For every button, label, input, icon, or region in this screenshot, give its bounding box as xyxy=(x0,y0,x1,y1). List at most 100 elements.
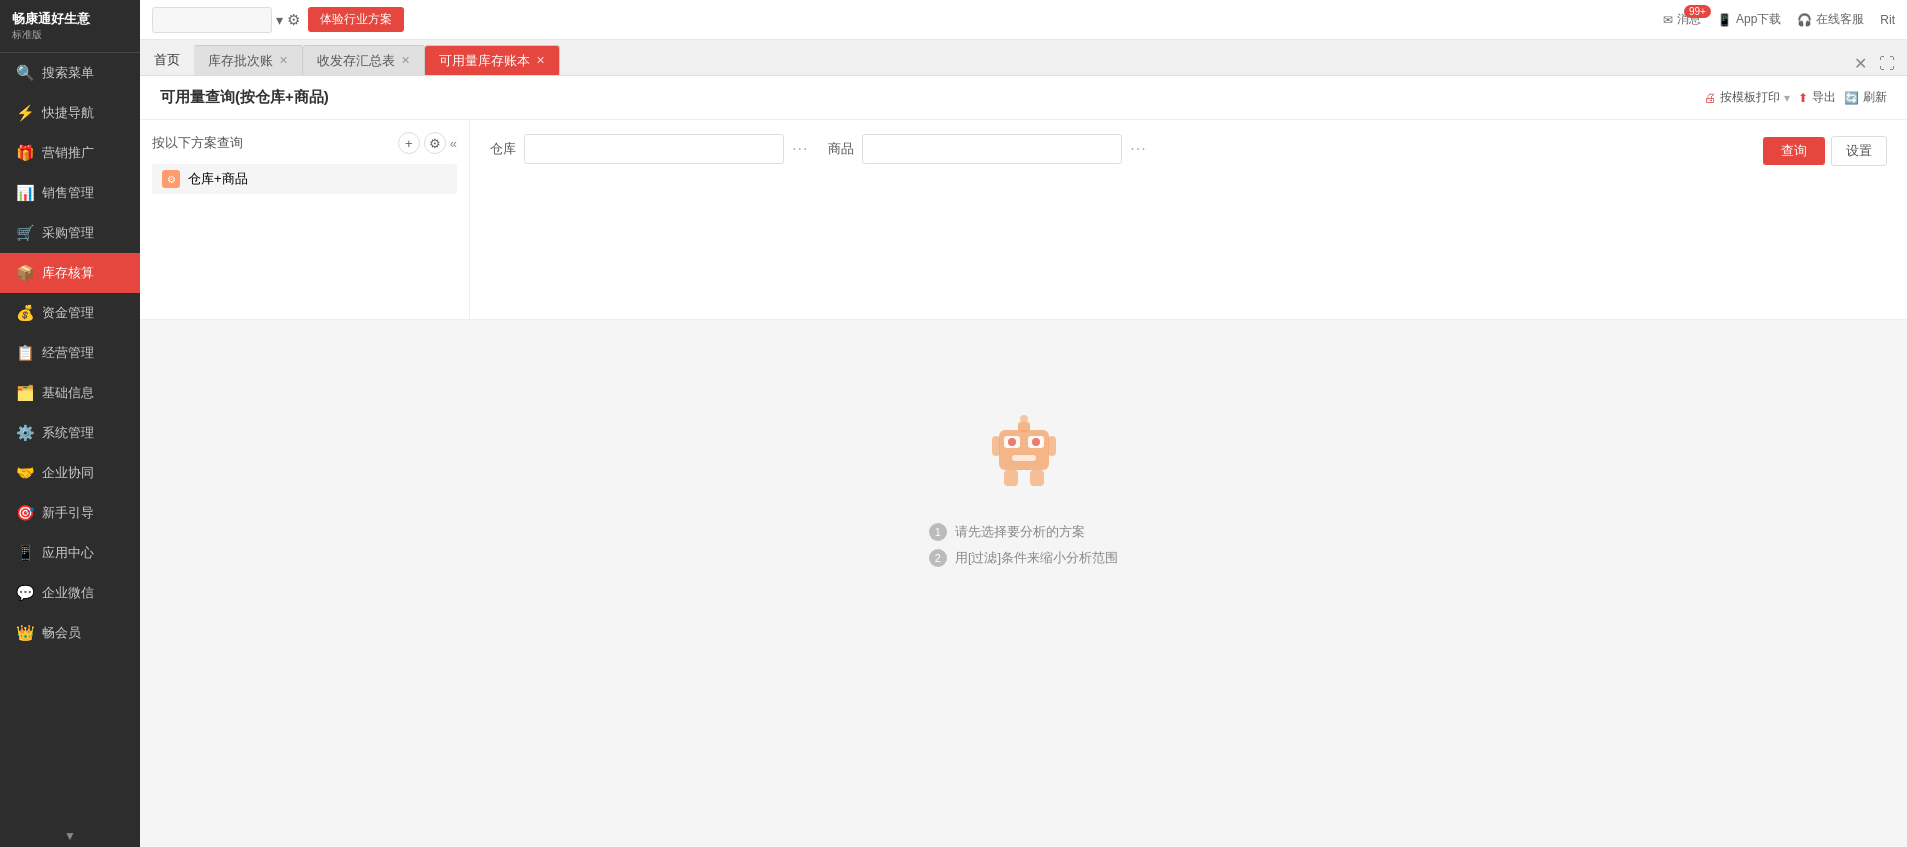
message-btn[interactable]: ✉ 消息 99+ xyxy=(1663,11,1701,28)
trial-industry-btn[interactable]: 体验行业方案 xyxy=(308,7,404,32)
sidebar-label-shortcut: 快捷导航 xyxy=(42,104,94,122)
sidebar-label-marketing: 营销推广 xyxy=(42,144,94,162)
member-icon: 👑 xyxy=(16,624,34,642)
export-btn[interactable]: ⬆ 导出 xyxy=(1798,89,1836,106)
tab-summary-close[interactable]: ✕ xyxy=(401,54,410,67)
newbie-icon: 🎯 xyxy=(16,504,34,522)
sidebar-item-appstore[interactable]: 📱应用中心 xyxy=(0,533,140,573)
message-badge: 99+ xyxy=(1684,5,1711,18)
system-icon: ⚙️ xyxy=(16,424,34,442)
tab-home[interactable]: 首页 xyxy=(140,45,194,75)
logo-sub: 标准版 xyxy=(12,28,128,42)
sidebar: 畅康通好生意 标准版 🔍搜索菜单 ⚡ 快捷导航 🎁营销推广📊销售管理🛒采购管理📦库存核… xyxy=(0,0,140,847)
edit-scheme-btn[interactable]: ⚙ xyxy=(424,132,446,154)
tab-batch-close[interactable]: ✕ xyxy=(279,54,288,67)
scheme-icon: ⚙ xyxy=(162,170,180,188)
tab-summary-label: 收发存汇总表 xyxy=(317,52,395,70)
service-icon: 🎧 xyxy=(1797,13,1812,27)
svg-point-7 xyxy=(1020,415,1028,423)
topbar-dropdown-btn[interactable]: ▾ xyxy=(276,7,283,33)
page-content: 可用量查询(按仓库+商品) 🖨 按模板打印 ▾ ⬆ 导出 🔄 刷新 xyxy=(140,76,1907,847)
scroll-down-icon[interactable]: ▼ xyxy=(64,829,76,843)
collapse-filter-btn[interactable]: « xyxy=(450,132,457,154)
hint-item-1: 1 请先选择要分析的方案 xyxy=(929,523,1118,541)
sidebar-scroll-bottom: ▼ xyxy=(0,825,140,847)
tab-batch[interactable]: 库存批次账 ✕ xyxy=(194,45,303,75)
settings-btn[interactable]: 设置 xyxy=(1831,136,1887,166)
hint-num-1: 1 xyxy=(929,523,947,541)
purchase-icon: 🛒 xyxy=(16,224,34,242)
tab-available[interactable]: 可用量库存账本 ✕ xyxy=(425,45,560,75)
sidebar-item-shortcut[interactable]: ⚡ 快捷导航 xyxy=(0,93,140,133)
svg-rect-9 xyxy=(1048,436,1056,456)
enterprise-icon: 🤝 xyxy=(16,464,34,482)
sidebar-item-sales[interactable]: 📊销售管理 xyxy=(0,173,140,213)
sidebar-item-wechat[interactable]: 💬企业微信 xyxy=(0,573,140,613)
online-service-btn[interactable]: 🎧 在线客服 xyxy=(1797,11,1864,28)
sidebar-item-enterprise[interactable]: 🤝企业协同 xyxy=(0,453,140,493)
refresh-btn[interactable]: 🔄 刷新 xyxy=(1844,89,1887,106)
message-icon: ✉ xyxy=(1663,13,1673,27)
sidebar-item-basic[interactable]: 🗂️基础信息 xyxy=(0,373,140,413)
svg-rect-5 xyxy=(1012,455,1036,461)
sidebar-label-capital: 资金管理 xyxy=(42,304,94,322)
tab-summary[interactable]: 收发存汇总表 ✕ xyxy=(303,45,425,75)
sidebar-item-marketing[interactable]: 🎁营销推广 xyxy=(0,133,140,173)
tab-bar: 首页 库存批次账 ✕ 收发存汇总表 ✕ 可用量库存账本 ✕ ✕ ⛶ xyxy=(140,40,1907,76)
app-download-label: App下载 xyxy=(1736,11,1781,28)
close-window-btn[interactable]: ✕ xyxy=(1850,52,1871,75)
topbar-gear-btn[interactable]: ⚙ xyxy=(287,7,300,33)
search-icon: 🔍 xyxy=(16,64,34,82)
page-actions: 🖨 按模板打印 ▾ ⬆ 导出 🔄 刷新 xyxy=(1704,89,1887,106)
topbar-search-input[interactable] xyxy=(152,7,272,33)
basic-icon: 🗂️ xyxy=(16,384,34,402)
sidebar-item-capital[interactable]: 💰资金管理 xyxy=(0,293,140,333)
sidebar-nav: 🔍搜索菜单 ⚡ 快捷导航 🎁营销推广📊销售管理🛒采购管理📦库存核算💰资金管理📋经营管理… xyxy=(0,53,140,825)
warehouse-more-btn[interactable]: ··· xyxy=(792,140,808,158)
maximize-window-btn[interactable]: ⛶ xyxy=(1875,53,1899,75)
svg-rect-6 xyxy=(1018,422,1030,432)
operations-icon: 📋 xyxy=(16,344,34,362)
sidebar-logo: 畅康通好生意 标准版 xyxy=(0,0,140,53)
svg-rect-11 xyxy=(1030,470,1044,486)
goods-input[interactable] xyxy=(862,134,1122,164)
hint-num-2: 2 xyxy=(929,549,947,567)
sidebar-item-inventory[interactable]: 📦库存核算 xyxy=(0,253,140,293)
sales-icon: 📊 xyxy=(16,184,34,202)
sidebar-item-purchase[interactable]: 🛒采购管理 xyxy=(0,213,140,253)
sidebar-label-appstore: 应用中心 xyxy=(42,544,94,562)
add-scheme-btn[interactable]: + xyxy=(398,132,420,154)
filter-schemes-panel: 按以下方案查询 + ⚙ « ⚙ 仓库+商品 xyxy=(140,120,470,319)
filter-header-btns: + ⚙ « xyxy=(398,132,457,154)
user-menu[interactable]: Rit xyxy=(1880,13,1895,27)
wechat-icon: 💬 xyxy=(16,584,34,602)
goods-more-btn[interactable]: ··· xyxy=(1130,140,1146,158)
sidebar-item-newbie[interactable]: 🎯新手引导 xyxy=(0,493,140,533)
sidebar-item-search[interactable]: 🔍搜索菜单 xyxy=(0,53,140,93)
shortcut-icon: ⚡ xyxy=(16,104,34,122)
print-template-btn[interactable]: 🖨 按模板打印 ▾ xyxy=(1704,89,1790,106)
window-controls: ✕ ⛶ xyxy=(1850,52,1907,75)
empty-state: 1 请先选择要分析的方案 2 用[过滤]条件来缩小分析范围 xyxy=(140,320,1907,655)
topbar-search-wrap: ▾ ⚙ xyxy=(152,7,300,33)
logo-name: 畅康通好生意 xyxy=(12,10,128,28)
svg-rect-8 xyxy=(992,436,1000,456)
sidebar-item-operations[interactable]: 📋经营管理 xyxy=(0,333,140,373)
topbar-right: ✉ 消息 99+ 📱 App下载 🎧 在线客服 Rit xyxy=(1663,11,1895,28)
empty-robot-illustration xyxy=(974,400,1074,503)
tab-available-close[interactable]: ✕ xyxy=(536,54,545,67)
sidebar-item-system[interactable]: ⚙️ 系统管理 xyxy=(0,413,140,453)
sidebar-item-member[interactable]: 👑畅会员 xyxy=(0,613,140,653)
warehouse-label: 仓库 xyxy=(490,140,516,158)
hint-text-1: 请先选择要分析的方案 xyxy=(955,523,1085,541)
print-dropdown-icon[interactable]: ▾ xyxy=(1784,91,1790,105)
svg-rect-0 xyxy=(999,430,1049,470)
export-label: 导出 xyxy=(1812,89,1836,106)
user-name: Rit xyxy=(1880,13,1895,27)
app-download-btn[interactable]: 📱 App下载 xyxy=(1717,11,1781,28)
warehouse-input[interactable] xyxy=(524,134,784,164)
hint-item-2: 2 用[过滤]条件来缩小分析范围 xyxy=(929,549,1118,567)
query-btn[interactable]: 查询 xyxy=(1763,137,1825,165)
sidebar-label-system: 系统管理 xyxy=(42,424,94,442)
scheme-warehouse-goods[interactable]: ⚙ 仓库+商品 xyxy=(152,164,457,194)
